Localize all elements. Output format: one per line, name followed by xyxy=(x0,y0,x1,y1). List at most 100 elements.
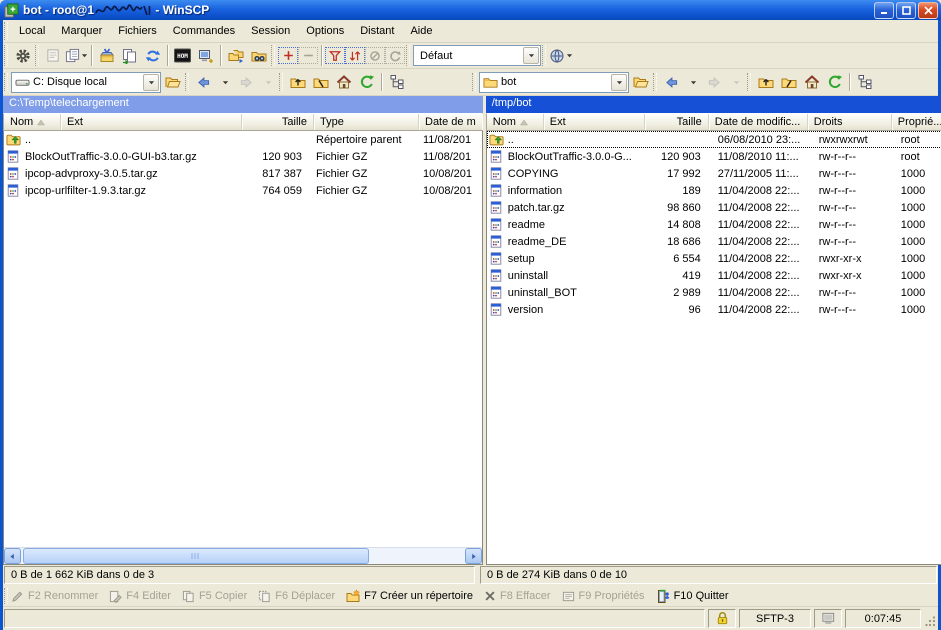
close-button[interactable] xyxy=(918,1,938,19)
left-tree-button[interactable] xyxy=(385,71,408,93)
right-root-directory-button[interactable] xyxy=(777,71,800,93)
left-root-directory-button[interactable] xyxy=(309,71,332,93)
right-home-directory-button[interactable] xyxy=(800,71,823,93)
menu-distant[interactable]: Distant xyxy=(352,22,402,40)
file-row[interactable]: ipcop-advproxy-3.0.5.tar.gz 817 387 Fich… xyxy=(4,165,482,182)
toolbar-grip[interactable] xyxy=(542,45,546,66)
right-tree-button[interactable] xyxy=(853,71,876,93)
local-horizontal-scrollbar[interactable] xyxy=(4,547,482,564)
unselect-button xyxy=(298,45,318,67)
local-path-bar[interactable]: C:\Temp\telechargement xyxy=(3,96,483,113)
left-open-directory-button[interactable] xyxy=(161,71,184,93)
file-row[interactable]: patch.tar.gz 98 860 11/04/2008 22:... rw… xyxy=(487,199,941,216)
header-date[interactable]: Date de m xyxy=(419,114,482,130)
file-row[interactable]: uninstall 419 11/04/2008 22:... rwxr-xr-… xyxy=(487,267,941,284)
toolbar-grip[interactable] xyxy=(185,73,189,91)
left-parent-directory-button[interactable] xyxy=(286,71,309,93)
resize-grip[interactable] xyxy=(924,609,937,628)
file-row[interactable]: readme 14 808 11/04/2008 22:... rw-r--r-… xyxy=(487,216,941,233)
combo-dropdown-button[interactable] xyxy=(523,47,539,64)
new-session-button[interactable] xyxy=(194,45,217,67)
right-back-button[interactable] xyxy=(660,71,683,93)
header-ext[interactable]: Ext xyxy=(544,114,645,130)
f10-quit-button[interactable]: F10 Quitter xyxy=(656,589,729,603)
filter-button[interactable] xyxy=(325,45,345,67)
left-back-history-dropdown[interactable] xyxy=(215,71,235,93)
folder-icon xyxy=(483,77,498,88)
toolbar-grip[interactable] xyxy=(279,73,283,91)
toolbar-grip[interactable] xyxy=(271,45,275,66)
toolbar-grip[interactable] xyxy=(35,45,39,66)
right-parent-directory-button[interactable] xyxy=(754,71,777,93)
menu-grip[interactable] xyxy=(4,22,8,40)
scroll-left-button[interactable] xyxy=(4,548,21,564)
menu-fichiers[interactable]: Fichiers xyxy=(110,22,165,40)
file-date: 11/08/2010 11:... xyxy=(717,150,799,163)
left-home-directory-button[interactable] xyxy=(332,71,355,93)
file-row[interactable]: .. Répertoire parent 11/08/201 xyxy=(4,131,482,148)
title-bar[interactable]: bot - root@1 - WinSCP xyxy=(0,0,941,20)
header-ext[interactable]: Ext xyxy=(61,114,242,130)
transfer-preset-combo[interactable]: Défaut xyxy=(413,45,541,66)
reload-button[interactable] xyxy=(141,45,164,67)
right-open-directory-button[interactable] xyxy=(629,71,652,93)
minimize-button[interactable] xyxy=(874,1,894,19)
menu-options[interactable]: Options xyxy=(298,22,352,40)
synchronize-browsing-button[interactable] xyxy=(224,45,247,67)
sort-button[interactable] xyxy=(345,45,365,67)
header-nom[interactable]: Nom xyxy=(4,114,61,130)
toolbar-grip[interactable] xyxy=(653,73,657,91)
header-type[interactable]: Type xyxy=(314,114,419,130)
toolbar-grip[interactable] xyxy=(4,45,8,66)
right-refresh-button[interactable] xyxy=(823,71,846,93)
menu-marquer[interactable]: Marquer xyxy=(53,22,110,40)
file-row[interactable]: COPYING 17 992 27/11/2005 11:... rw-r--r… xyxy=(487,165,941,182)
header-taille[interactable]: Taille xyxy=(242,114,314,130)
file-row[interactable]: uninstall_BOT 2 989 11/04/2008 22:... rw… xyxy=(487,284,941,301)
toolbar-grip[interactable] xyxy=(4,588,8,604)
select-button[interactable] xyxy=(278,45,298,67)
scroll-right-button[interactable] xyxy=(464,548,482,564)
toolbar-grip[interactable] xyxy=(406,45,410,66)
maximize-button[interactable] xyxy=(896,1,916,19)
find-files-button[interactable] xyxy=(247,45,270,67)
file-row[interactable]: setup 6 554 11/04/2008 22:... rwxr-xr-x … xyxy=(487,250,941,267)
menu-commandes[interactable]: Commandes xyxy=(165,22,243,40)
header-taille[interactable]: Taille xyxy=(645,114,709,130)
file-row[interactable]: readme_DE 18 686 11/04/2008 22:... rw-r-… xyxy=(487,233,941,250)
file-row[interactable]: ipcop-urlfilter-1.9.3.tar.gz 764 059 Fic… xyxy=(4,182,482,199)
drive-combo[interactable]: C: Disque local xyxy=(11,71,161,93)
combo-dropdown-button[interactable] xyxy=(611,73,627,91)
header-proprietaire[interactable]: Proprié... xyxy=(892,114,941,130)
f7-create-directory-button[interactable]: F7 Créer un répertoire xyxy=(346,589,473,603)
toolbar-grip[interactable] xyxy=(747,73,751,91)
file-row[interactable]: BlockOutTraffic-3.0.0-GUI-b3.tar.gz 120 … xyxy=(4,148,482,165)
header-nom[interactable]: Nom xyxy=(487,114,544,130)
file-row[interactable]: .. 06/08/2010 23:... rwxrwxrwt root xyxy=(486,131,941,148)
transfer-options-globe-button[interactable] xyxy=(549,45,573,67)
duplicate-button[interactable] xyxy=(118,45,141,67)
remote-path-bar[interactable]: /tmp/bot xyxy=(485,96,941,113)
menu-aide[interactable]: Aide xyxy=(402,22,440,40)
console-button[interactable]: HOM xyxy=(171,45,194,67)
header-droits[interactable]: Droits xyxy=(808,114,892,130)
file-row[interactable]: version 96 11/04/2008 22:... rw-r--r-- 1… xyxy=(487,301,941,318)
combo-dropdown-button[interactable] xyxy=(143,73,159,91)
preferences-button[interactable] xyxy=(11,45,34,67)
pages-dropdown-button[interactable] xyxy=(65,45,88,67)
file-row[interactable]: BlockOutTraffic-3.0.0-G... 120 903 11/08… xyxy=(487,148,941,165)
scrollbar-track[interactable] xyxy=(369,548,465,564)
menu-local[interactable]: Local xyxy=(11,22,53,40)
scrollbar-thumb[interactable] xyxy=(23,548,369,564)
toolbar-grip[interactable] xyxy=(472,73,476,91)
right-back-history-dropdown[interactable] xyxy=(683,71,703,93)
left-back-button[interactable] xyxy=(192,71,215,93)
header-date[interactable]: Date de modific... xyxy=(709,114,808,130)
toolbar-grip[interactable] xyxy=(4,73,8,91)
left-refresh-button[interactable] xyxy=(355,71,378,93)
file-owner: 1000 xyxy=(900,286,926,299)
menu-session[interactable]: Session xyxy=(243,22,298,40)
remote-directory-combo[interactable]: bot xyxy=(479,71,629,93)
synchronize-button[interactable] xyxy=(95,45,118,67)
file-row[interactable]: information 189 11/04/2008 22:... rw-r--… xyxy=(487,182,941,199)
